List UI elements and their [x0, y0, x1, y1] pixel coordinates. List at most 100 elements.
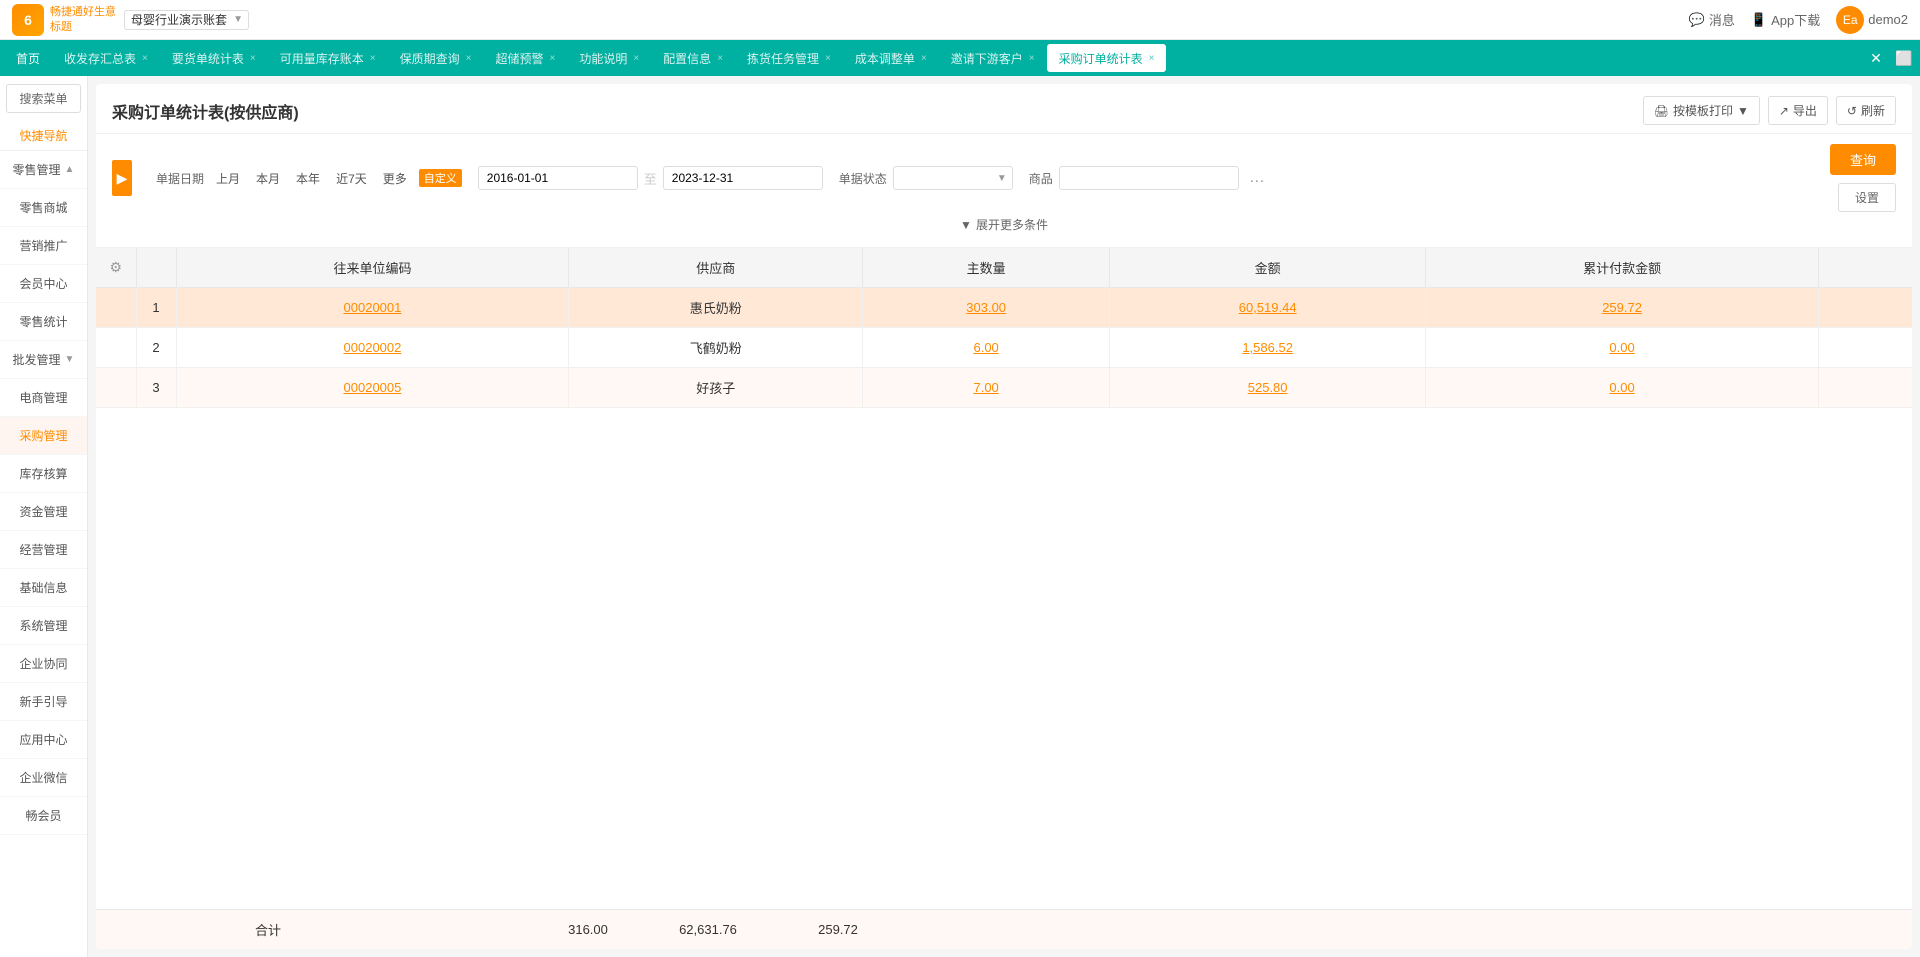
tab-expiry-query[interactable]: 保质期查询 ×	[388, 44, 484, 72]
table-row[interactable]: 3 00020005 好孩子 7.00 525.80	[96, 368, 1912, 408]
sidebar-item-ops-mgmt[interactable]: 经营管理	[0, 531, 87, 569]
sidebar-item-marketing[interactable]: 营销推广	[0, 227, 87, 265]
sidebar-item-sys-mgmt-label: 系统管理	[19, 617, 67, 634]
close-tab-purchase-order-stats[interactable]: ×	[1149, 53, 1155, 64]
quantity-link-1[interactable]: 303.00	[966, 300, 1006, 315]
sidebar-item-retail-mgmt[interactable]: 零售管理 ▲	[0, 151, 87, 189]
sidebar-item-retail-store[interactable]: 零售商城	[0, 189, 87, 227]
unit-code-link-2[interactable]: 00020002	[344, 340, 402, 355]
close-tab-cost-adjust[interactable]: ×	[921, 53, 927, 64]
shortcut-this-month[interactable]: 本月	[250, 168, 286, 189]
tab-home[interactable]: 首页	[4, 44, 52, 72]
user-area[interactable]: Ea demo2	[1836, 6, 1908, 34]
status-select-wrapper[interactable]: ▼	[893, 166, 1013, 190]
tab-func-desc[interactable]: 功能说明 ×	[567, 44, 651, 72]
shortcut-more[interactable]: 更多	[377, 168, 413, 189]
message-btn[interactable]: 💬 消息	[1689, 10, 1735, 29]
filter-toggle-btn[interactable]: ▶	[112, 160, 132, 196]
quick-nav-btn[interactable]: 快捷导航	[0, 121, 87, 151]
query-btn[interactable]: 查询	[1830, 144, 1896, 175]
close-tab-pick-task[interactable]: ×	[825, 53, 831, 64]
close-tab-collect-pay[interactable]: ×	[142, 53, 148, 64]
shortcut-7days[interactable]: 近7天	[330, 168, 373, 189]
expand-window-btn[interactable]: ⬜	[1892, 46, 1916, 70]
quantity-link-3[interactable]: 7.00	[973, 380, 998, 395]
date-to-input[interactable]	[663, 166, 823, 190]
close-tab-overstock-warning[interactable]: ×	[549, 53, 555, 64]
close-tab-invite-downstream[interactable]: ×	[1029, 53, 1035, 64]
date-from-input[interactable]	[478, 166, 638, 190]
shortcut-this-year[interactable]: 本年	[290, 168, 326, 189]
expand-window-icon: ⬜	[1895, 50, 1912, 67]
sidebar-item-app-center[interactable]: 应用中心	[0, 721, 87, 759]
cost-adjust-label: 成本调整单	[855, 50, 915, 67]
shortcut-last-month[interactable]: 上月	[210, 168, 246, 189]
cell-index-1: 1	[136, 288, 176, 328]
search-menu-btn[interactable]: 搜索菜单	[6, 84, 81, 113]
tab-collect-pay[interactable]: 收发存汇总表 ×	[52, 44, 160, 72]
goods-input[interactable]	[1059, 166, 1239, 190]
sidebar-item-ecommerce-mgmt[interactable]: 电商管理	[0, 379, 87, 417]
tab-available-stock[interactable]: 可用量库存账本 ×	[268, 44, 388, 72]
tab-pick-task[interactable]: 拣货任务管理 ×	[735, 44, 843, 72]
sidebar-item-stock-check[interactable]: 库存核算	[0, 455, 87, 493]
close-tab-func-desc[interactable]: ×	[633, 53, 639, 64]
sidebar-item-member-center[interactable]: 会员中心	[0, 265, 87, 303]
unit-code-link-1[interactable]: 00020001	[344, 300, 402, 315]
tab-overstock-warning[interactable]: 超储预警 ×	[483, 44, 567, 72]
sidebar-item-sys-mgmt[interactable]: 系统管理	[0, 607, 87, 645]
amount-link-3[interactable]: 525.80	[1248, 380, 1288, 395]
tab-purchase-stats[interactable]: 要货单统计表 ×	[160, 44, 268, 72]
custom-date-badge[interactable]: 自定义	[419, 169, 462, 187]
sidebar-item-finance-mgmt[interactable]: 资金管理	[0, 493, 87, 531]
expand-more-filters-btn[interactable]: ▼ 展开更多条件	[960, 216, 1048, 233]
settings-btn[interactable]: 设置	[1838, 183, 1896, 212]
goods-more-btn[interactable]: …	[1245, 169, 1269, 187]
export-icon: ↗	[1779, 104, 1789, 118]
quantity-link-2[interactable]: 6.00	[973, 340, 998, 355]
close-tab-expiry-query[interactable]: ×	[466, 53, 472, 64]
data-table: ⚙ 往来单位编码 供应商 主数量 金额 累计付款金额	[96, 248, 1912, 408]
sidebar-item-enterprise-collab[interactable]: 企业协同	[0, 645, 87, 683]
sidebar-item-retail-stats[interactable]: 零售统计	[0, 303, 87, 341]
sidebar-item-wholesale-mgmt[interactable]: 批发管理 ▼	[0, 341, 87, 379]
tab-invite-downstream[interactable]: 邀请下游客户 ×	[939, 44, 1047, 72]
table-row[interactable]: 1 00020001 惠氏奶粉 303.00 60,519.44	[96, 288, 1912, 328]
close-tab-config-info[interactable]: ×	[717, 53, 723, 64]
close-tab-purchase-stats[interactable]: ×	[250, 53, 256, 64]
sidebar-item-enterprise-wechat[interactable]: 企业微信	[0, 759, 87, 797]
tab-cost-adjust[interactable]: 成本调整单 ×	[843, 44, 939, 72]
paid-link-1[interactable]: 259.72	[1602, 300, 1642, 315]
col-settings[interactable]: ⚙	[96, 248, 136, 288]
table-row[interactable]: 2 00020002 飞鹤奶粉 6.00 1,586.52	[96, 328, 1912, 368]
sidebar-item-app-center-label: 应用中心	[19, 731, 67, 748]
print-btn[interactable]: 🖨 按模板打印 ▼	[1643, 96, 1760, 125]
close-window-btn[interactable]: ✕	[1864, 46, 1888, 70]
date-filter-group: 单据日期 上月 本月 本年 近7天 更多 自定义	[156, 168, 462, 189]
sidebar-item-basic-info[interactable]: 基础信息	[0, 569, 87, 607]
cell-quantity-3: 7.00	[863, 368, 1110, 408]
tab-config-info[interactable]: 配置信息 ×	[651, 44, 735, 72]
refresh-btn[interactable]: ↺ 刷新	[1836, 96, 1896, 125]
amount-link-1[interactable]: 60,519.44	[1239, 300, 1297, 315]
sidebar-item-ops-mgmt-label: 经营管理	[19, 541, 67, 558]
sidebar-item-new-guide[interactable]: 新手引导	[0, 683, 87, 721]
paid-link-2[interactable]: 0.00	[1609, 340, 1634, 355]
breadcrumb-select[interactable]: 母婴行业演示账套	[124, 10, 249, 30]
available-stock-label: 可用量库存账本	[280, 50, 364, 67]
app-download-btn[interactable]: 📱 App下载	[1751, 10, 1820, 29]
unit-code-link-3[interactable]: 00020005	[344, 380, 402, 395]
col-index	[136, 248, 176, 288]
breadcrumb-select-wrapper[interactable]: 母婴行业演示账套 ▼	[124, 10, 249, 30]
status-select[interactable]	[893, 166, 1013, 190]
col-amount: 金额	[1110, 248, 1426, 288]
close-tab-available-stock[interactable]: ×	[370, 53, 376, 64]
sidebar-item-vip-member[interactable]: 畅会员	[0, 797, 87, 835]
sidebar-item-purchase-mgmt[interactable]: 采购管理	[0, 417, 87, 455]
export-btn[interactable]: ↗ 导出	[1768, 96, 1828, 125]
col-settings-icon[interactable]: ⚙	[109, 259, 122, 275]
paid-link-3[interactable]: 0.00	[1609, 380, 1634, 395]
sidebar-item-basic-info-label: 基础信息	[19, 579, 67, 596]
amount-link-2[interactable]: 1,586.52	[1242, 340, 1293, 355]
tab-purchase-order-stats[interactable]: 采购订单统计表 ×	[1047, 44, 1167, 72]
